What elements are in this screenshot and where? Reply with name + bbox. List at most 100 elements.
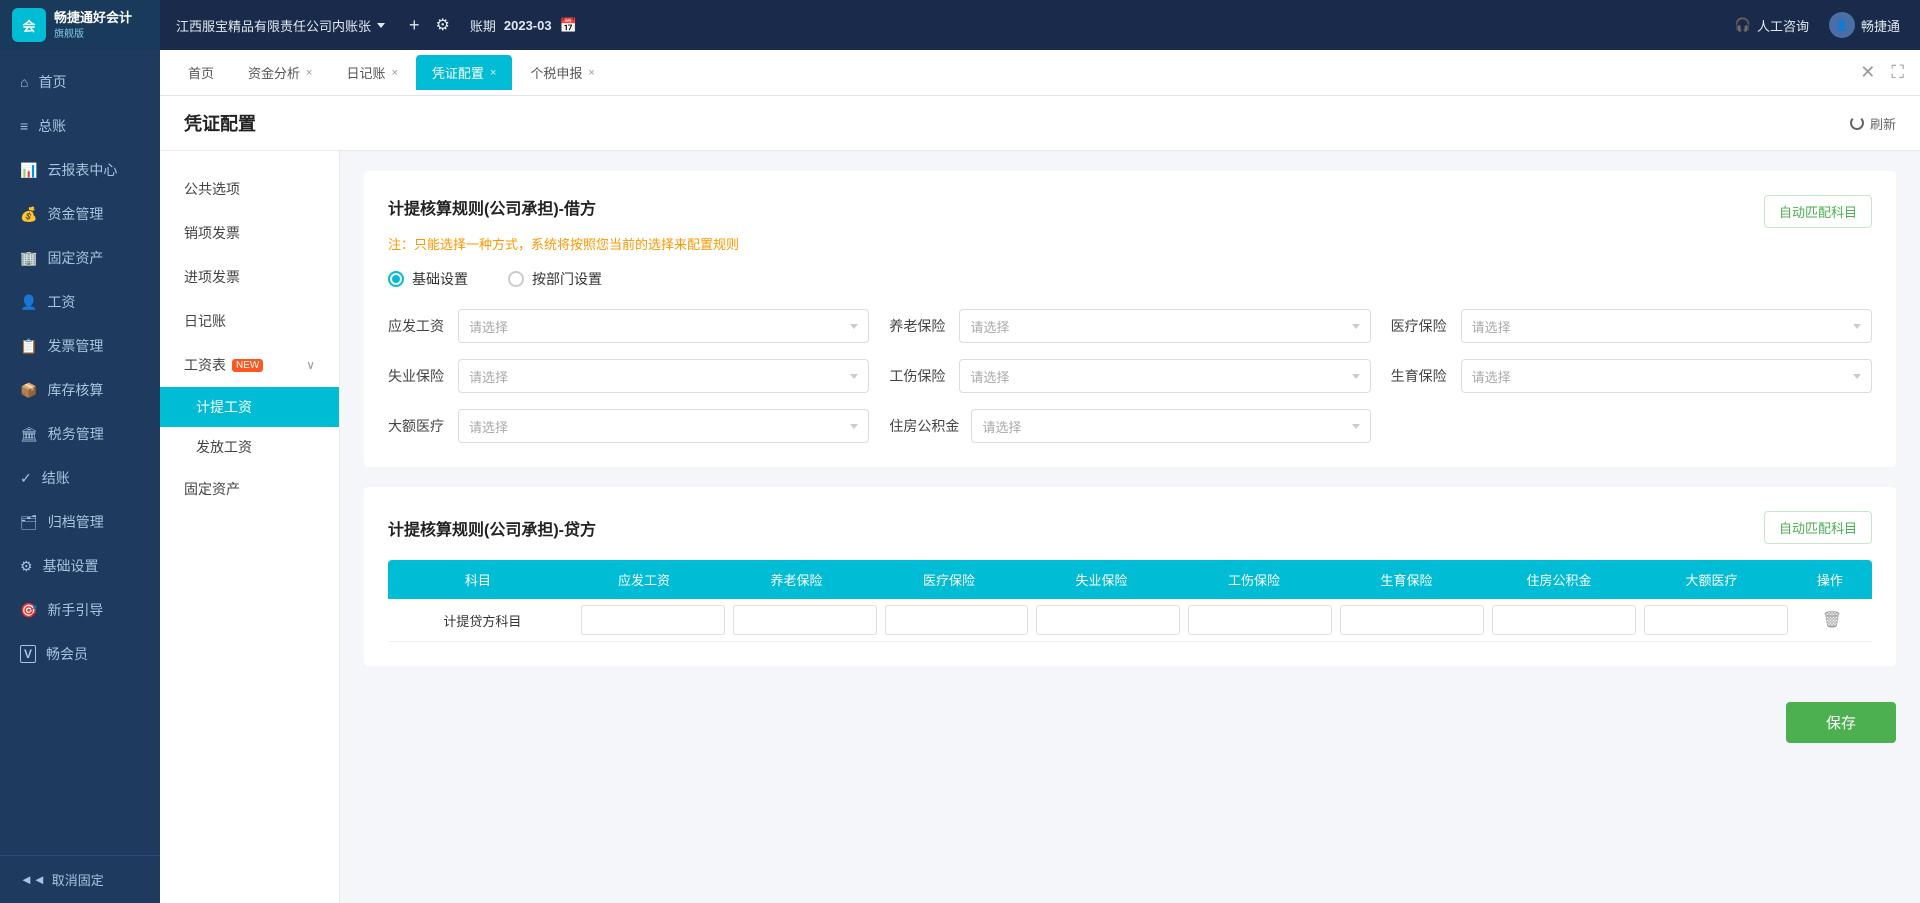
- tab-journal-close[interactable]: ×: [391, 67, 397, 79]
- sidebar-item-home[interactable]: ⌂ 首页: [0, 60, 160, 104]
- table-cell-pension-input[interactable]: [729, 599, 881, 641]
- debit-auto-match-button[interactable]: 自动匹配科目: [1764, 195, 1872, 228]
- period-display: 账期 2023-03 📅: [458, 16, 589, 35]
- company-selector[interactable]: 江西服宝精品有限责任公司内账张: [160, 16, 401, 35]
- tab-journal[interactable]: 日记账 ×: [330, 55, 413, 90]
- left-menu: 公共选项 销项发票 进项发票 日记账 工资表 NEW ∨ 计提工资 发放工资 固…: [160, 151, 340, 903]
- table-cell-large-medical-input[interactable]: [1640, 599, 1792, 641]
- housing-fund-select[interactable]: 请选择: [971, 409, 1370, 443]
- tab-home[interactable]: 首页: [172, 55, 230, 90]
- refresh-button[interactable]: 刷新: [1850, 114, 1896, 133]
- table-cell-op[interactable]: 🗑: [1792, 604, 1872, 636]
- sidebar-item-report[interactable]: 📊 云报表中心: [0, 148, 160, 192]
- field-pension: 养老保险 请选择: [889, 309, 1370, 343]
- radio-basic[interactable]: 基础设置: [388, 269, 468, 289]
- sidebar-item-salary[interactable]: 👤 工资: [0, 280, 160, 324]
- table-cell-housing-input[interactable]: [1488, 599, 1640, 641]
- left-menu-payroll-calc[interactable]: 计提工资: [160, 387, 339, 427]
- left-menu-fixed-asset[interactable]: 固定资产: [160, 467, 339, 511]
- table-cell-salary-input[interactable]: [577, 599, 729, 641]
- add-button[interactable]: +: [401, 15, 428, 36]
- salary-select[interactable]: 请选择: [458, 309, 869, 343]
- sidebar-item-capital[interactable]: 💰 资金管理: [0, 192, 160, 236]
- sidebar: ⌂ 首页 ≡ 总账 📊 云报表中心 💰 资金管理 🏢 固定资产 👤 工资: [0, 50, 160, 903]
- tab-capital-close[interactable]: ×: [306, 67, 312, 79]
- content-area: 首页 资金分析 × 日记账 × 凭证配置 × 个税申报 × ✕ ⛶: [160, 50, 1920, 903]
- sidebar-item-ledger[interactable]: ≡ 总账: [0, 104, 160, 148]
- tab-tax[interactable]: 个税申报 ×: [514, 55, 610, 90]
- app-name: 畅捷通好会计: [54, 10, 132, 26]
- tax-icon: 🏛: [20, 426, 38, 443]
- page-title: 凭证配置: [184, 110, 256, 136]
- left-menu-journal[interactable]: 日记账: [160, 299, 339, 343]
- table-header-injury: 工伤保险: [1178, 560, 1331, 599]
- left-menu-payroll-table[interactable]: 工资表 NEW ∨: [160, 343, 339, 387]
- unpin-button[interactable]: ◄◄ 取消固定: [0, 855, 160, 903]
- left-menu-purchase[interactable]: 进项发票: [160, 255, 339, 299]
- tab-voucher[interactable]: 凭证配置 ×: [416, 55, 512, 90]
- table-header-unemployment: 失业保险: [1025, 560, 1178, 599]
- radio-dept[interactable]: 按部门设置: [508, 269, 602, 289]
- table-cell-injury-input[interactable]: [1184, 599, 1336, 641]
- sidebar-item-tax[interactable]: 🏛 税务管理: [0, 412, 160, 456]
- home-icon: ⌂: [20, 74, 28, 90]
- calendar-icon[interactable]: 📅: [560, 17, 577, 34]
- unemployment-select[interactable]: 请选择: [458, 359, 869, 393]
- tab-close-all-icon[interactable]: ✕: [1856, 58, 1879, 87]
- sidebar-item-inventory[interactable]: 📦 库存核算: [0, 368, 160, 412]
- period-value: 2023-03: [504, 18, 552, 33]
- sidebar-item-closing[interactable]: ✓ 结账: [0, 456, 160, 500]
- field-unemployment: 失业保险 请选择: [388, 359, 869, 393]
- injury-select[interactable]: 请选择: [959, 359, 1370, 393]
- save-button[interactable]: 保存: [1786, 702, 1896, 743]
- delete-row-icon[interactable]: 🗑: [1822, 610, 1842, 630]
- tab-bar: 首页 资金分析 × 日记账 × 凭证配置 × 个税申报 × ✕ ⛶: [160, 50, 1920, 96]
- tab-expand-icon[interactable]: ⛶: [1887, 58, 1908, 87]
- injury-credit-input[interactable]: [1188, 605, 1332, 635]
- logo-icon: 会: [12, 8, 46, 42]
- pension-select[interactable]: 请选择: [959, 309, 1370, 343]
- guide-icon: 🎯: [20, 602, 37, 619]
- settings-nav-icon: ⚙: [20, 558, 33, 575]
- sidebar-item-member[interactable]: V 畅会员: [0, 632, 160, 676]
- debit-fields-grid: 应发工资 请选择 养老保险 请选择: [388, 309, 1872, 443]
- table-cell-maternity-input[interactable]: [1336, 599, 1488, 641]
- large-medical-select[interactable]: 请选择: [458, 409, 869, 443]
- salary-credit-input[interactable]: [581, 605, 725, 635]
- tab-capital[interactable]: 资金分析 ×: [232, 55, 328, 90]
- table-header-maternity: 生育保险: [1330, 560, 1483, 599]
- unpin-icon: ◄◄: [20, 872, 46, 887]
- medical-select[interactable]: 请选择: [1461, 309, 1872, 343]
- form-area: 计提核算规则(公司承担)-借方 自动匹配科目 注：只能选择一种方式，系统将按照您…: [340, 151, 1920, 903]
- large-medical-credit-input[interactable]: [1644, 605, 1788, 635]
- table-header-pension: 养老保险: [720, 560, 873, 599]
- user-menu[interactable]: 👤 畅捷通: [1829, 12, 1900, 38]
- sidebar-item-guide[interactable]: 🎯 新手引导: [0, 588, 160, 632]
- field-injury: 工伤保险 请选择: [889, 359, 1370, 393]
- unemployment-credit-input[interactable]: [1036, 605, 1180, 635]
- credit-auto-match-button[interactable]: 自动匹配科目: [1764, 511, 1872, 544]
- sidebar-item-fixed[interactable]: 🏢 固定资产: [0, 236, 160, 280]
- tab-tax-close[interactable]: ×: [588, 67, 594, 79]
- sidebar-item-archive[interactable]: 🗂 归档管理: [0, 500, 160, 544]
- table-cell-medical-input[interactable]: [881, 599, 1033, 641]
- avatar: 👤: [1829, 12, 1855, 38]
- tab-voucher-close[interactable]: ×: [490, 67, 496, 79]
- sidebar-item-settings[interactable]: ⚙ 基础设置: [0, 544, 160, 588]
- page-header: 凭证配置 刷新: [160, 96, 1920, 151]
- housing-credit-input[interactable]: [1492, 605, 1636, 635]
- settings-icon[interactable]: ⚙: [428, 15, 458, 35]
- left-menu-payroll-pay[interactable]: 发放工资: [160, 427, 339, 467]
- consult-button[interactable]: 🎧 人工咨询: [1735, 16, 1809, 35]
- maternity-chevron-icon: [1853, 374, 1861, 379]
- table-header-salary: 应发工资: [568, 560, 721, 599]
- maternity-credit-input[interactable]: [1340, 605, 1484, 635]
- pension-chevron-icon: [1352, 324, 1360, 329]
- sidebar-item-invoice[interactable]: 📋 发票管理: [0, 324, 160, 368]
- left-menu-public[interactable]: 公共选项: [160, 167, 339, 211]
- maternity-select[interactable]: 请选择: [1461, 359, 1872, 393]
- medical-credit-input[interactable]: [885, 605, 1029, 635]
- table-cell-unemployment-input[interactable]: [1032, 599, 1184, 641]
- pension-credit-input[interactable]: [733, 605, 877, 635]
- left-menu-sales[interactable]: 销项发票: [160, 211, 339, 255]
